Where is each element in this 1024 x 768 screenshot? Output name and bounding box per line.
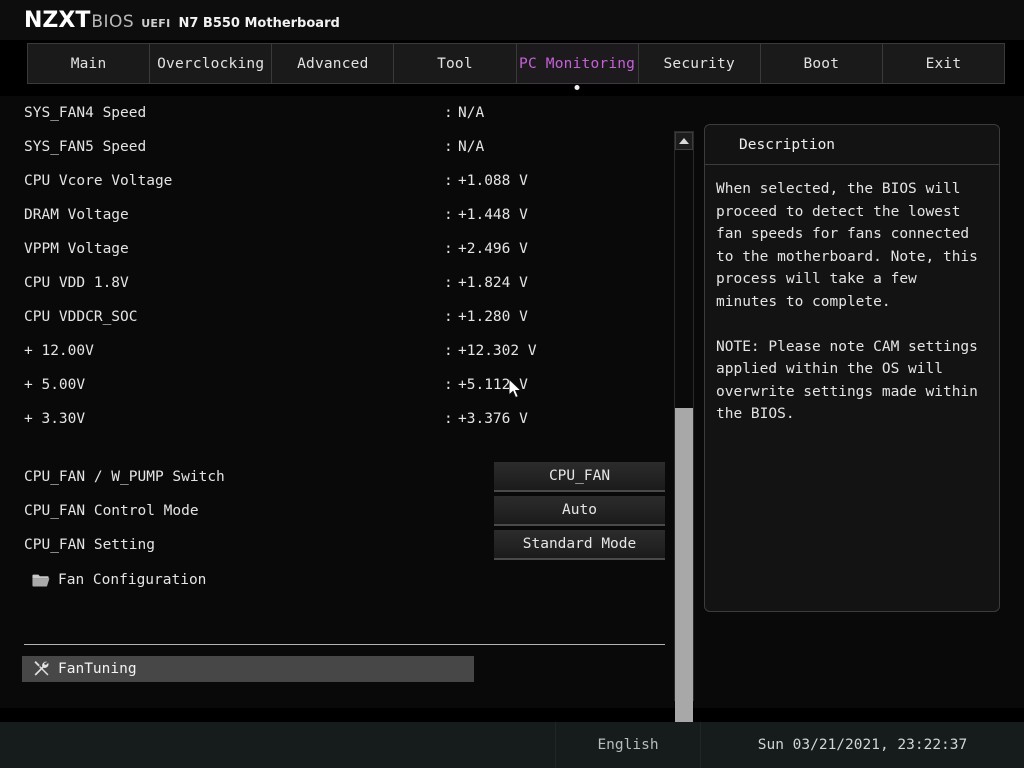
- brand-uefi-text: UEFI: [141, 16, 171, 30]
- monitor-row: SYS_FAN4 Speed: N/A: [0, 96, 672, 130]
- monitor-row-label: SYS_FAN5 Speed: [24, 139, 147, 155]
- monitor-row-separator: :: [444, 207, 453, 223]
- monitor-row-separator: :: [444, 309, 453, 325]
- monitor-row-separator: :: [444, 343, 453, 359]
- pc-monitoring-list: SYS_FAN4 Speed: N/A SYS_FAN5 Speed: N/A CPU …: [0, 96, 672, 686]
- monitor-row-label: + 12.00V: [24, 343, 94, 359]
- setting-row-label: CPU_FAN Control Mode: [24, 503, 199, 519]
- monitor-row-separator: :: [444, 173, 453, 189]
- tab-exit[interactable]: Exit: [883, 44, 1004, 83]
- monitor-row: SYS_FAN5 Speed: N/A: [0, 130, 672, 164]
- monitor-row-label: SYS_FAN4 Speed: [24, 105, 147, 121]
- monitor-row-value: N/A: [458, 105, 485, 121]
- monitor-row-value: +5.112 V: [458, 377, 528, 393]
- system-datetime: Sun 03/21/2021, 23:22:37: [700, 722, 1024, 768]
- brand-logo: NZXT BIOS UEFI N7 B550 Motherboard: [24, 8, 340, 33]
- motherboard-model: N7 B550 Motherboard: [178, 15, 340, 31]
- monitor-row: + 3.30V: +3.376 V: [0, 402, 672, 436]
- setting-row: CPU_FAN Control Mode Auto: [0, 496, 672, 530]
- main-tab-bar: Main Overclocking Advanced Tool PC Monitorin…: [27, 43, 1005, 84]
- scroll-up-button[interactable]: [675, 132, 693, 150]
- description-title: Description: [705, 125, 999, 165]
- monitor-row-label: + 3.30V: [24, 411, 86, 427]
- monitor-row: + 12.00V: +12.302 V: [0, 334, 672, 368]
- monitor-row-value: +1.280 V: [458, 309, 528, 325]
- monitor-row-separator: :: [444, 411, 453, 427]
- monitor-row-label: CPU VDD 1.8V: [24, 275, 129, 291]
- folder-icon: [32, 573, 50, 588]
- description-text: When selected, the BIOS will proceed to …: [716, 181, 978, 422]
- monitor-row-label: CPU VDDCR_SOC: [24, 309, 138, 325]
- fantuning-item[interactable]: FanTuning: [22, 656, 474, 682]
- fantuning-label: FanTuning: [58, 661, 137, 677]
- language-selector[interactable]: English: [555, 722, 700, 768]
- fan-configuration-label: Fan Configuration: [58, 572, 207, 588]
- monitor-row-separator: :: [444, 105, 453, 121]
- tab-advanced[interactable]: Advanced: [272, 44, 395, 83]
- monitor-row: CPU VDD 1.8V: +1.824 V: [0, 266, 672, 300]
- app-header: NZXT BIOS UEFI N7 B550 Motherboard: [0, 0, 1024, 40]
- fan-configuration-item[interactable]: Fan Configuration: [0, 564, 672, 596]
- tab-overclocking[interactable]: Overclocking: [150, 44, 273, 83]
- monitor-row-value: +3.376 V: [458, 411, 528, 427]
- monitor-row-separator: :: [444, 139, 453, 155]
- setting-row-label: CPU_FAN Setting: [24, 537, 155, 553]
- monitor-row-label: + 5.00V: [24, 377, 86, 393]
- tab-security[interactable]: Security: [639, 44, 761, 83]
- monitor-row-separator: :: [444, 241, 453, 257]
- monitor-row-separator: :: [444, 377, 453, 393]
- main-content: SYS_FAN4 Speed: N/A SYS_FAN5 Speed: N/A CPU …: [0, 96, 1024, 768]
- monitor-row-value: +1.824 V: [458, 275, 528, 291]
- monitor-row: DRAM Voltage: +1.448 V: [0, 198, 672, 232]
- chevron-up-icon: [679, 138, 689, 144]
- setting-row: CPU_FAN Setting Standard Mode: [0, 530, 672, 564]
- tab-boot[interactable]: Boot: [761, 44, 883, 83]
- section-divider: [24, 644, 665, 645]
- monitor-row-value: N/A: [458, 139, 485, 155]
- monitor-row-label: VPPM Voltage: [24, 241, 129, 257]
- tab-pc-monitoring[interactable]: PC Monitoring: [516, 44, 639, 83]
- setting-value-button[interactable]: CPU_FAN: [494, 462, 665, 492]
- monitor-row-label: DRAM Voltage: [24, 207, 129, 223]
- setting-value-button[interactable]: Auto: [494, 496, 665, 526]
- monitor-row-separator: :: [444, 275, 453, 291]
- monitor-row: CPU Vcore Voltage: +1.088 V: [0, 164, 672, 198]
- description-panel: Description When selected, the BIOS will…: [704, 124, 1000, 612]
- monitor-row-label: CPU Vcore Voltage: [24, 173, 173, 189]
- brand-name: NZXT: [24, 7, 91, 33]
- status-bar: English Sun 03/21/2021, 23:22:37: [0, 722, 1024, 768]
- monitor-row: VPPM Voltage: +2.496 V: [0, 232, 672, 266]
- scrollbar-thumb[interactable]: [675, 408, 693, 768]
- monitor-row: CPU VDDCR_SOC: +1.280 V: [0, 300, 672, 334]
- monitor-row-value: +2.496 V: [458, 241, 528, 257]
- tools-icon: [32, 660, 50, 678]
- monitor-row: + 5.00V: +5.112 V: [0, 368, 672, 402]
- setting-row-label: CPU_FAN / W_PUMP Switch: [24, 469, 225, 485]
- brand-bios-text: BIOS: [91, 11, 135, 32]
- tab-main[interactable]: Main: [28, 44, 151, 83]
- setting-row: CPU_FAN / W_PUMP Switch CPU_FAN: [0, 462, 672, 496]
- monitor-row-value: +1.448 V: [458, 207, 528, 223]
- monitor-row-value: +12.302 V: [458, 343, 537, 359]
- monitor-row-value: +1.088 V: [458, 173, 528, 189]
- setting-value-button[interactable]: Standard Mode: [494, 530, 665, 560]
- tab-tool[interactable]: Tool: [394, 44, 517, 83]
